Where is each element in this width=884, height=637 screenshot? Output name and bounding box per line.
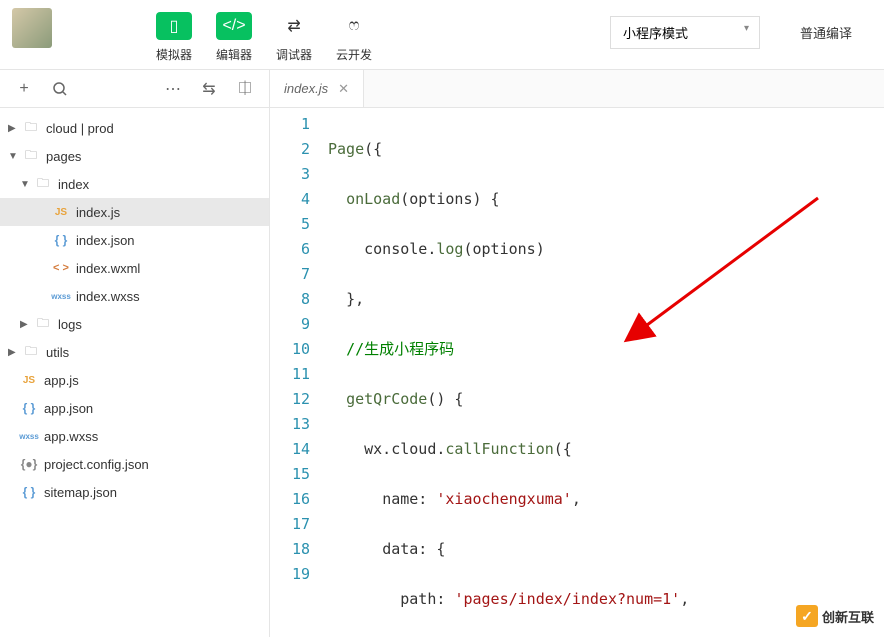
wxss-icon: wxss: [52, 292, 70, 301]
tree-app-wxss[interactable]: wxssapp.wxss: [0, 422, 269, 450]
tree-index-js[interactable]: JSindex.js: [0, 198, 269, 226]
tree-app-js[interactable]: JSapp.js: [0, 366, 269, 394]
cloud-icon: ෆ: [336, 12, 372, 40]
phone-icon: ▯: [156, 12, 192, 40]
tree-sitemap-json[interactable]: { }sitemap.json: [0, 478, 269, 506]
search-button[interactable]: [44, 75, 76, 103]
folder-icon: 🗀: [22, 342, 40, 363]
file-tree: ▶🗀cloud | prod ▼🗀pages ▼🗀index JSindex.j…: [0, 108, 269, 637]
folder-icon: 🗀: [22, 118, 40, 139]
tree-index-wxss[interactable]: wxssindex.wxss: [0, 282, 269, 310]
wxss-icon: wxss: [20, 432, 38, 441]
split-button[interactable]: ⎅: [229, 75, 261, 103]
compile-label[interactable]: 普通编译: [800, 23, 852, 42]
wxml-icon: < >: [52, 262, 70, 274]
cloud-dev-button[interactable]: ෆ 云开发: [328, 8, 380, 67]
tree-logs-folder[interactable]: ▶🗀logs: [0, 310, 269, 338]
tree-app-json[interactable]: { }app.json: [0, 394, 269, 422]
editor-label: 编辑器: [216, 46, 252, 63]
folder-icon: 🗀: [34, 174, 52, 195]
avatar[interactable]: [12, 8, 52, 48]
sidebar: + ⋯ ⇆ ⎅ ▶🗀cloud | prod ▼🗀pages ▼🗀index J…: [0, 70, 270, 637]
tree-index-wxml[interactable]: < >index.wxml: [0, 254, 269, 282]
code-editor[interactable]: 12345678910111213141516171819 Page({ onL…: [270, 108, 884, 637]
simulator-button[interactable]: ▯ 模拟器: [148, 8, 200, 67]
config-icon: {●}: [20, 457, 38, 471]
mode-dropdown[interactable]: 小程序模式: [610, 16, 760, 49]
close-icon[interactable]: ✕: [338, 81, 349, 97]
cloud-dev-label: 云开发: [336, 46, 372, 63]
simulator-label: 模拟器: [156, 46, 192, 63]
folder-icon: 🗀: [34, 314, 52, 335]
json-icon: { }: [52, 233, 70, 247]
debugger-label: 调试器: [276, 46, 312, 63]
tab-index-js[interactable]: index.js ✕: [270, 70, 364, 107]
search-icon: [52, 81, 68, 97]
sidebar-toolbar: + ⋯ ⇆ ⎅: [0, 70, 269, 108]
tree-pages-folder[interactable]: ▼🗀pages: [0, 142, 269, 170]
tree-index-json[interactable]: { }index.json: [0, 226, 269, 254]
tree-cloud-folder[interactable]: ▶🗀cloud | prod: [0, 114, 269, 142]
tree-index-folder[interactable]: ▼🗀index: [0, 170, 269, 198]
code-content[interactable]: Page({ onLoad(options) { console.log(opt…: [328, 108, 884, 637]
main-area: + ⋯ ⇆ ⎅ ▶🗀cloud | prod ▼🗀pages ▼🗀index J…: [0, 70, 884, 637]
more-button[interactable]: ⋯: [157, 75, 189, 103]
editor-area: index.js ✕ 12345678910111213141516171819…: [270, 70, 884, 637]
add-file-button[interactable]: +: [8, 75, 40, 103]
debugger-button[interactable]: ⇄ 调试器: [268, 8, 320, 67]
watermark: ✓ 创新互联: [796, 605, 874, 627]
editor-button[interactable]: </> 编辑器: [208, 8, 260, 67]
tree-utils-folder[interactable]: ▶🗀utils: [0, 338, 269, 366]
tab-bar: index.js ✕: [270, 70, 884, 108]
line-gutter: 12345678910111213141516171819: [270, 108, 328, 637]
json-icon: { }: [20, 401, 38, 415]
js-icon: JS: [52, 207, 70, 218]
code-icon: </>: [216, 12, 252, 40]
tree-project-config[interactable]: {●}project.config.json: [0, 450, 269, 478]
collapse-button[interactable]: ⇆: [193, 75, 225, 103]
js-icon: JS: [20, 375, 38, 386]
watermark-text: 创新互联: [822, 607, 874, 626]
tab-label: index.js: [284, 81, 328, 96]
folder-icon: 🗀: [22, 146, 40, 167]
top-toolbar: ▯ 模拟器 </> 编辑器 ⇄ 调试器 ෆ 云开发 小程序模式 普通编译: [0, 0, 884, 70]
watermark-icon: ✓: [796, 605, 818, 627]
settings-icon: ⇄: [276, 12, 312, 40]
json-icon: { }: [20, 485, 38, 499]
